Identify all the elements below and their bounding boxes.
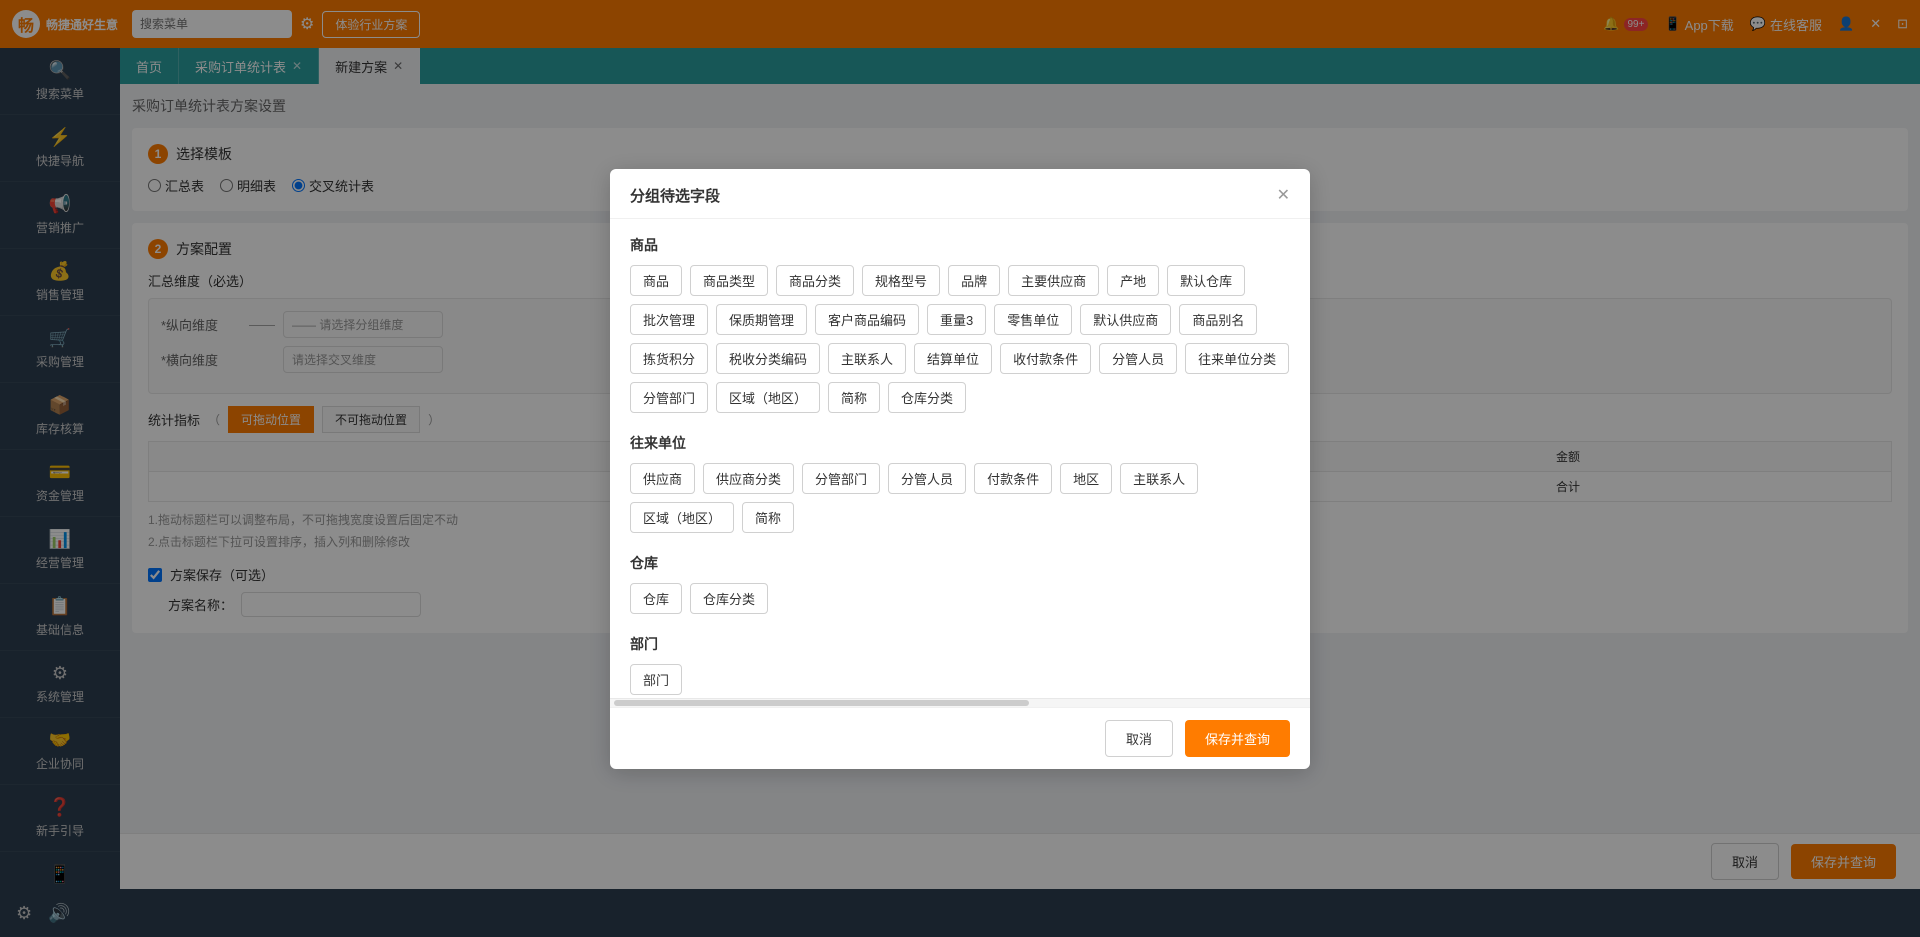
field-tag[interactable]: 产地 bbox=[1107, 265, 1159, 296]
modal-title: 分组待选字段 bbox=[630, 185, 720, 206]
field-tag[interactable]: 仓库分类 bbox=[888, 382, 966, 413]
field-tag[interactable]: 默认仓库 bbox=[1167, 265, 1245, 296]
modal-header: 分组待选字段 ✕ bbox=[610, 169, 1310, 219]
field-tag[interactable]: 商品 bbox=[630, 265, 682, 296]
dept-field-tags: 部门 bbox=[630, 664, 1290, 695]
field-tag[interactable]: 区域（地区） bbox=[630, 502, 734, 533]
modal-save-btn[interactable]: 保存并查询 bbox=[1185, 720, 1290, 757]
field-tag[interactable]: 零售单位 bbox=[994, 304, 1072, 335]
modal-hscrollbar[interactable] bbox=[610, 698, 1310, 706]
field-tag[interactable]: 仓库分类 bbox=[690, 583, 768, 614]
field-tag[interactable]: 商品别名 bbox=[1179, 304, 1257, 335]
field-tag[interactable]: 部门 bbox=[630, 664, 682, 695]
field-tag[interactable]: 批次管理 bbox=[630, 304, 708, 335]
field-tag[interactable]: 分管人员 bbox=[888, 463, 966, 494]
field-tag[interactable]: 分管部门 bbox=[802, 463, 880, 494]
field-tag[interactable]: 商品分类 bbox=[776, 265, 854, 296]
field-group-product: 商品 商品 商品类型 商品分类 规格型号 品牌 主要供应商 产地 默认仓库 批次… bbox=[630, 235, 1290, 413]
group-title-partner: 往来单位 bbox=[630, 433, 1290, 453]
field-tag[interactable]: 主要供应商 bbox=[1008, 265, 1099, 296]
field-tag[interactable]: 分管人员 bbox=[1099, 343, 1177, 374]
group-title-warehouse: 仓库 bbox=[630, 553, 1290, 573]
product-field-tags: 商品 商品类型 商品分类 规格型号 品牌 主要供应商 产地 默认仓库 批次管理 … bbox=[630, 265, 1290, 413]
field-tag[interactable]: 仓库 bbox=[630, 583, 682, 614]
field-group-dept: 部门 部门 bbox=[630, 634, 1290, 695]
field-tag[interactable]: 税收分类编码 bbox=[716, 343, 820, 374]
modal-overlay: 分组待选字段 ✕ 商品 商品 商品类型 商品分类 规格型号 品牌 主要供应商 产… bbox=[0, 0, 1920, 937]
modal-dialog: 分组待选字段 ✕ 商品 商品 商品类型 商品分类 规格型号 品牌 主要供应商 产… bbox=[610, 169, 1310, 769]
field-tag[interactable]: 供应商分类 bbox=[703, 463, 794, 494]
field-tag[interactable]: 拣货积分 bbox=[630, 343, 708, 374]
field-tag[interactable]: 品牌 bbox=[948, 265, 1000, 296]
field-group-warehouse: 仓库 仓库 仓库分类 bbox=[630, 553, 1290, 614]
field-tag[interactable]: 收付款条件 bbox=[1000, 343, 1091, 374]
field-tag[interactable]: 商品类型 bbox=[690, 265, 768, 296]
field-tag[interactable]: 简称 bbox=[828, 382, 880, 413]
field-tag[interactable]: 区域（地区） bbox=[716, 382, 820, 413]
field-tag[interactable]: 供应商 bbox=[630, 463, 695, 494]
field-tag[interactable]: 地区 bbox=[1060, 463, 1112, 494]
modal-body: 商品 商品 商品类型 商品分类 规格型号 品牌 主要供应商 产地 默认仓库 批次… bbox=[610, 219, 1310, 699]
field-tag[interactable]: 主联系人 bbox=[828, 343, 906, 374]
modal-hscrollbar-thumb[interactable] bbox=[614, 700, 1029, 706]
field-tag[interactable]: 分管部门 bbox=[630, 382, 708, 413]
warehouse-field-tags: 仓库 仓库分类 bbox=[630, 583, 1290, 614]
modal-footer: 取消 保存并查询 bbox=[610, 707, 1310, 769]
field-tag[interactable]: 重量3 bbox=[927, 304, 986, 335]
field-tag[interactable]: 默认供应商 bbox=[1080, 304, 1171, 335]
group-title-dept: 部门 bbox=[630, 634, 1290, 654]
field-tag[interactable]: 规格型号 bbox=[862, 265, 940, 296]
field-tag[interactable]: 简称 bbox=[742, 502, 794, 533]
field-tag[interactable]: 结算单位 bbox=[914, 343, 992, 374]
field-group-partner: 往来单位 供应商 供应商分类 分管部门 分管人员 付款条件 地区 主联系人 区域… bbox=[630, 433, 1290, 533]
field-tag[interactable]: 保质期管理 bbox=[716, 304, 807, 335]
field-tag[interactable]: 主联系人 bbox=[1120, 463, 1198, 494]
modal-cancel-btn[interactable]: 取消 bbox=[1105, 720, 1173, 757]
group-title-product: 商品 bbox=[630, 235, 1290, 255]
partner-field-tags: 供应商 供应商分类 分管部门 分管人员 付款条件 地区 主联系人 区域（地区） … bbox=[630, 463, 1290, 533]
field-tag[interactable]: 客户商品编码 bbox=[815, 304, 919, 335]
modal-close-btn[interactable]: ✕ bbox=[1277, 185, 1290, 205]
field-tag[interactable]: 付款条件 bbox=[974, 463, 1052, 494]
field-tag[interactable]: 往来单位分类 bbox=[1185, 343, 1289, 374]
